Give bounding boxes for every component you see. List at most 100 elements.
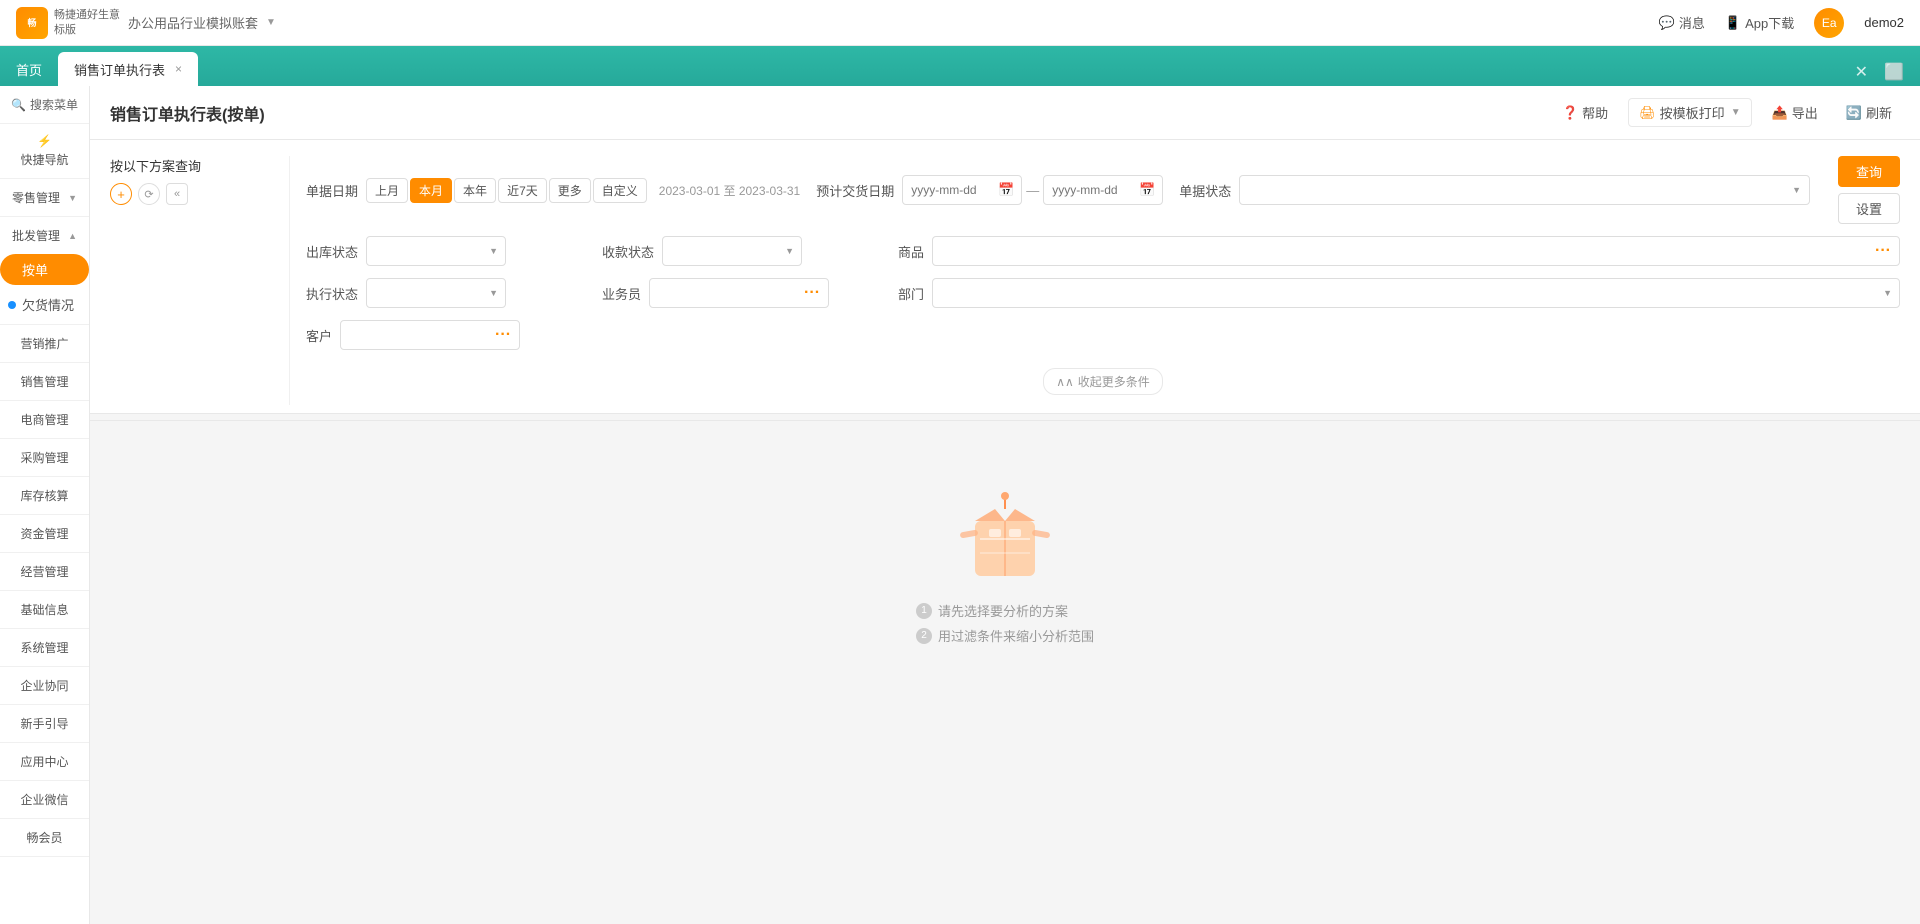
section-divider (90, 413, 1920, 421)
forecast-date-label: 预计交货日期 (816, 181, 894, 200)
filter-side-title: 按以下方案查询 (110, 156, 277, 175)
exec-select-wrap (366, 278, 506, 308)
print-dropdown-icon[interactable]: ▼ (1731, 107, 1741, 118)
query-button[interactable]: 查询 (1838, 156, 1900, 187)
sidebar-section-guide: 新手引导 (0, 705, 89, 743)
blue-dot-icon (8, 301, 16, 309)
message-button[interactable]: 💬 消息 (1659, 13, 1705, 32)
empty-state: 1 请先选择要分析的方案 2 用过滤条件来缩小分析范围 (90, 421, 1920, 705)
tab-close-button[interactable]: × (175, 62, 182, 76)
filter-row-4: 客户 ··· (306, 320, 1900, 350)
sidebar-item-system[interactable]: 系统管理 (0, 629, 89, 666)
breadcrumb-dropdown-icon[interactable]: ▼ (266, 17, 276, 28)
tab-bar-actions: ✕ ⬜ (1851, 58, 1920, 86)
sidebar-section-purchase: 采购管理 (0, 439, 89, 477)
sidebar-item-guide[interactable]: 新手引导 (0, 705, 89, 742)
customer-label: 客户 (306, 326, 332, 345)
page-title: 销售订单执行表(按单) (110, 101, 265, 125)
forecast-date-start-icon[interactable]: 📅 (998, 182, 1014, 198)
app-name: 畅捷通好生意 标版 (54, 8, 120, 37)
filter-side-actions: + ⟳ « (110, 183, 277, 205)
sidebar-item-sales[interactable]: 销售管理 (0, 363, 89, 400)
sidebar-section-wholesale: 批发管理 按单 欠货情况 (0, 217, 89, 325)
sidebar-item-purchase[interactable]: 采购管理 (0, 439, 89, 476)
sidebar-item-corp[interactable]: 企业协同 (0, 667, 89, 704)
quick-nav-icon: ⚡ (37, 134, 52, 148)
page-header: 销售订单执行表(按单) ❓ 帮助 🖨 按模板打印 ▼ 📤 导出 🔄 刷新 (90, 86, 1920, 140)
outbound-select-wrap (366, 236, 506, 266)
sidebar-item-retail[interactable]: 零售管理 (0, 179, 89, 216)
forecast-date-end-wrap: 📅 (1043, 175, 1163, 205)
sidebar-section-basic: 基础信息 (0, 591, 89, 629)
message-icon: 💬 (1659, 15, 1675, 31)
sidebar-item-apps[interactable]: 应用中心 (0, 743, 89, 780)
user-avatar[interactable]: Ea (1814, 8, 1844, 38)
filter-row-2: 出库状态 收款状态 (306, 236, 1900, 266)
content-area: 销售订单执行表(按单) ❓ 帮助 🖨 按模板打印 ▼ 📤 导出 🔄 刷新 (90, 86, 1920, 924)
outbound-select[interactable] (366, 236, 506, 266)
empty-line-2: 2 用过滤条件来缩小分析范围 (916, 626, 1094, 645)
preset-this-month[interactable]: 本月 (410, 178, 452, 203)
forecast-date-end-icon[interactable]: 📅 (1139, 182, 1155, 198)
sidebar-item-basic[interactable]: 基础信息 (0, 591, 89, 628)
plan-add-button[interactable]: + (110, 183, 132, 205)
sidebar-quick-nav: ⚡ 快捷导航 (0, 124, 89, 179)
status-select[interactable] (1239, 175, 1810, 205)
help-button[interactable]: ❓ 帮助 (1554, 99, 1616, 126)
customer-more-button[interactable]: ··· (495, 326, 511, 344)
preset-this-year[interactable]: 本年 (454, 178, 496, 203)
sidebar-item-ecommerce[interactable]: 电商管理 (0, 401, 89, 438)
search-icon: 🔍 (11, 98, 26, 112)
refresh-button[interactable]: 🔄 刷新 (1838, 99, 1900, 126)
plan-refresh-button[interactable]: ⟳ (138, 183, 160, 205)
filter-group-exec: 执行状态 (306, 278, 586, 308)
tab-close-window-button[interactable]: ✕ (1851, 58, 1872, 86)
preset-custom[interactable]: 自定义 (593, 178, 647, 203)
sidebar-item-inventory[interactable]: 库存核算 (0, 477, 89, 514)
date-separator: — (1026, 183, 1039, 198)
sidebar-item-quick-nav[interactable]: ⚡ 快捷导航 (0, 124, 89, 178)
collapse-more-button[interactable]: ∧∧ 收起更多条件 (1043, 368, 1163, 395)
date-range-display: 2023-03-01 至 2023-03-31 (659, 182, 800, 199)
collection-select[interactable] (662, 236, 802, 266)
dept-select[interactable] (932, 278, 1900, 308)
sidebar-section-marketing: 营销推广 (0, 325, 89, 363)
plan-collapse-button[interactable]: « (166, 183, 188, 205)
tab-active[interactable]: 销售订单执行表 × (58, 52, 198, 86)
preset-more[interactable]: 更多 (549, 178, 591, 203)
sidebar-sub-item-order[interactable]: 按单 (0, 254, 89, 285)
export-button[interactable]: 📤 导出 (1764, 99, 1826, 126)
top-bar-right: 💬 消息 📱 App下载 Ea demo2 (1659, 8, 1904, 38)
sidebar-item-finance[interactable]: 资金管理 (0, 515, 89, 552)
collection-select-wrap (662, 236, 802, 266)
salesperson-more-button[interactable]: ··· (804, 284, 820, 302)
filter-group-status: 单据状态 (1179, 175, 1810, 205)
tab-maximize-button[interactable]: ⬜ (1880, 58, 1908, 86)
sidebar-search[interactable]: 🔍 搜索菜单 (0, 86, 89, 124)
app-download-button[interactable]: 📱 App下载 (1725, 13, 1794, 32)
empty-lines: 1 请先选择要分析的方案 2 用过滤条件来缩小分析范围 (916, 601, 1094, 645)
filter-group-forecast: 预计交货日期 📅 — 📅 (816, 175, 1163, 205)
user-name[interactable]: demo2 (1864, 15, 1904, 30)
sidebar-item-wholesale[interactable]: 批发管理 (0, 217, 89, 254)
sidebar-sub-item-shortage[interactable]: 欠货情况 (0, 289, 89, 320)
tab-home[interactable]: 首页 (0, 52, 58, 86)
sidebar-item-weixin[interactable]: 企业微信 (0, 781, 89, 818)
exec-label: 执行状态 (306, 284, 358, 303)
collection-label: 收款状态 (602, 242, 654, 261)
settings-button[interactable]: 设置 (1838, 193, 1900, 224)
sidebar-item-business[interactable]: 经营管理 (0, 553, 89, 590)
sidebar-item-member[interactable]: 畅会员 (0, 819, 89, 856)
exec-select[interactable] (366, 278, 506, 308)
goods-more-button[interactable]: ··· (1875, 242, 1891, 260)
sidebar-section-member: 畅会员 (0, 819, 89, 857)
filter-row-1: 单据日期 上月 本月 本年 近7天 更多 自定义 2023-03-01 至 20… (306, 156, 1900, 224)
orange-dot-icon (8, 266, 16, 274)
preset-prev-month[interactable]: 上月 (366, 178, 408, 203)
breadcrumb[interactable]: 办公用品行业模拟账套 ▼ (128, 13, 276, 32)
preset-7days[interactable]: 近7天 (498, 178, 547, 203)
sidebar-item-marketing[interactable]: 营销推广 (0, 325, 89, 362)
print-icon: 🖨 (1639, 105, 1656, 121)
print-button[interactable]: 🖨 按模板打印 ▼ (1628, 98, 1751, 127)
sidebar-section-apps: 应用中心 (0, 743, 89, 781)
